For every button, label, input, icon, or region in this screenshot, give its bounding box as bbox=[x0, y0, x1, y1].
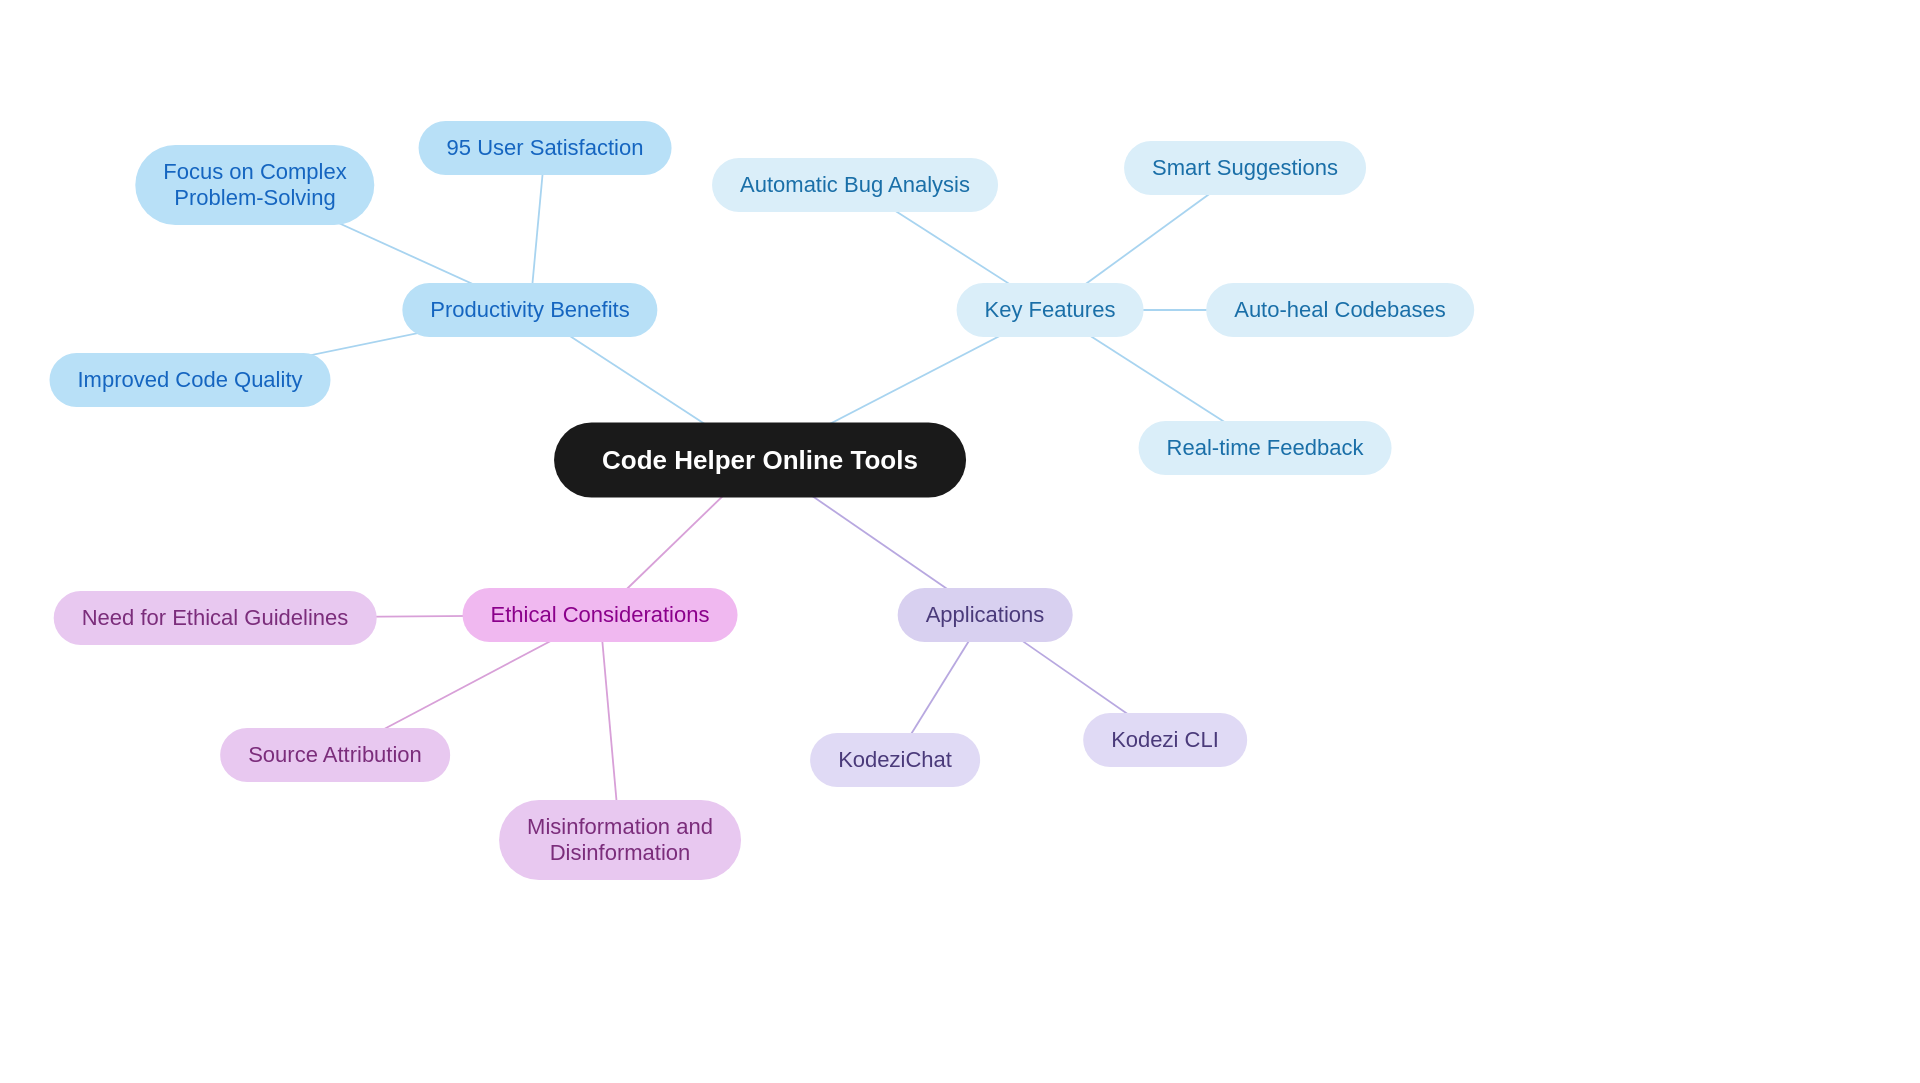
node-kodezi-cli[interactable]: Kodezi CLI bbox=[1083, 713, 1247, 767]
node-misinformation[interactable]: Misinformation andDisinformation bbox=[499, 800, 741, 880]
node-productivity-benefits[interactable]: Productivity Benefits bbox=[402, 283, 657, 337]
node-auto-heal[interactable]: Auto-heal Codebases bbox=[1206, 283, 1474, 337]
node-key-features[interactable]: Key Features bbox=[957, 283, 1144, 337]
node-need-ethical[interactable]: Need for Ethical Guidelines bbox=[54, 591, 377, 645]
node-realtime-feedback[interactable]: Real-time Feedback bbox=[1139, 421, 1392, 475]
node-automatic-bug[interactable]: Automatic Bug Analysis bbox=[712, 158, 998, 212]
node-smart-suggestions[interactable]: Smart Suggestions bbox=[1124, 141, 1366, 195]
node-focus-complex[interactable]: Focus on ComplexProblem-Solving bbox=[135, 145, 374, 225]
node-ethical-considerations[interactable]: Ethical Considerations bbox=[463, 588, 738, 642]
mindmap-container: Code Helper Online Tools Productivity Ben… bbox=[0, 0, 1920, 1083]
node-applications[interactable]: Applications bbox=[898, 588, 1073, 642]
node-improved-code[interactable]: Improved Code Quality bbox=[50, 353, 331, 407]
node-user-satisfaction[interactable]: 95 User Satisfaction bbox=[419, 121, 672, 175]
center-node[interactable]: Code Helper Online Tools bbox=[554, 423, 966, 498]
node-source-attribution[interactable]: Source Attribution bbox=[220, 728, 450, 782]
node-kodezi-chat[interactable]: KodeziChat bbox=[810, 733, 980, 787]
